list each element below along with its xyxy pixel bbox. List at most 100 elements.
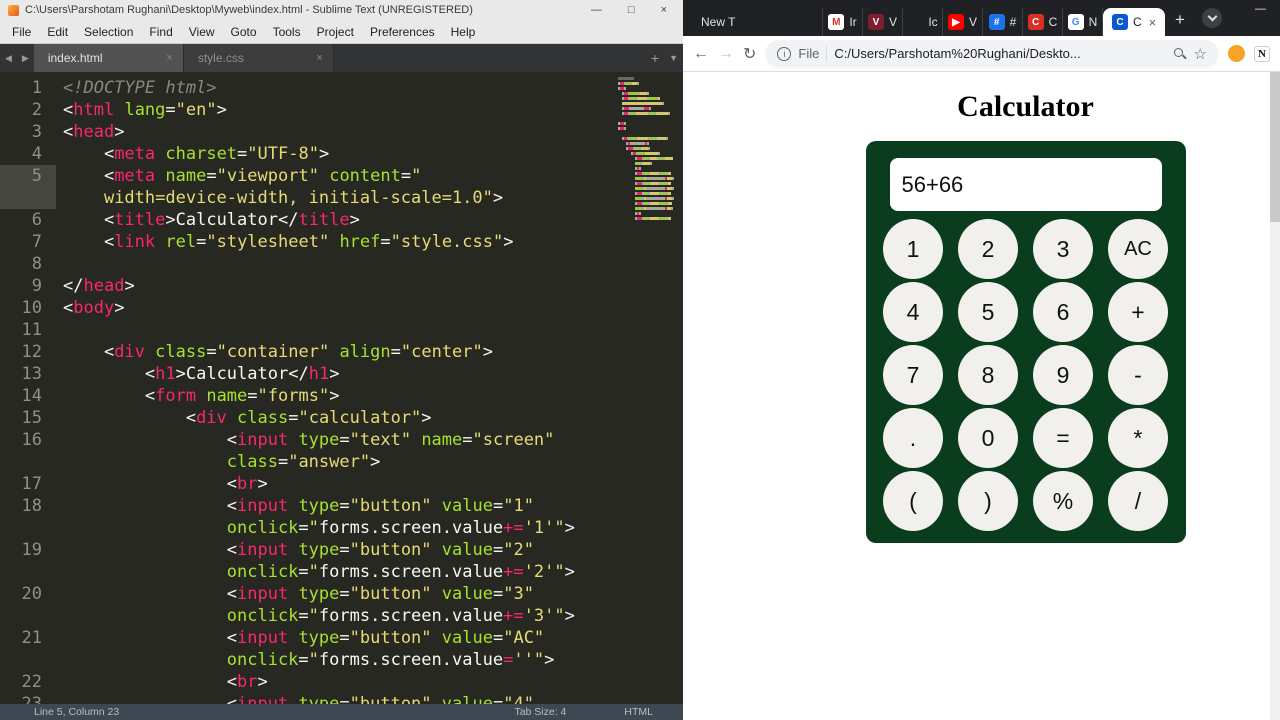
chevron-down-icon: [1207, 11, 1217, 22]
close-icon[interactable]: ×: [661, 4, 667, 16]
notion-extension-icon[interactable]: N: [1254, 45, 1270, 62]
tab-favicon: [907, 14, 924, 30]
code-line: <input type="text" name="screen": [63, 430, 555, 450]
bookmark-star-icon[interactable]: ☆: [1194, 45, 1207, 63]
browser-tab[interactable]: Ic: [903, 8, 943, 36]
calc-button-open-paren[interactable]: (: [883, 471, 943, 531]
line-number: [0, 187, 56, 209]
tab-title: New T: [701, 15, 736, 29]
calc-button-9[interactable]: 9: [1033, 345, 1093, 405]
browser-tab[interactable]: VV: [863, 8, 903, 36]
calculator: 123AC 456+789-.0=* ()%/: [865, 141, 1186, 543]
browser-tab[interactable]: ▶ V: [943, 8, 983, 36]
code-line: <input type="button" value="AC": [63, 628, 545, 648]
calc-button-0[interactable]: 0: [958, 408, 1018, 468]
window-controls: — □ ×: [591, 4, 675, 16]
tab-title: C: [1133, 15, 1142, 29]
emoji-extension-icon[interactable]: [1228, 45, 1245, 62]
url-text[interactable]: C:/Users/Parshotam%20Rughani/Deskto...: [834, 46, 1165, 61]
browser-tab[interactable]: M Ir: [823, 8, 863, 36]
calc-button-6[interactable]: 6: [1033, 282, 1093, 342]
browser-tab[interactable]: GN: [1063, 8, 1103, 36]
tab-size-indicator[interactable]: Tab Size: 4: [514, 706, 566, 718]
address-bar[interactable]: i File C:/Users/Parshotam%20Rughani/Desk…: [765, 39, 1219, 68]
menu-find[interactable]: Find: [141, 25, 180, 39]
calc-button-4[interactable]: 4: [883, 282, 943, 342]
calc-button-minus[interactable]: -: [1108, 345, 1168, 405]
code-row: 2 <html lang="en">: [0, 99, 683, 121]
calculator-screen[interactable]: [889, 158, 1162, 211]
code-line: onclick="forms.screen.value+='2'">: [226, 562, 575, 582]
tab-search-icon[interactable]: [1202, 8, 1222, 28]
menu-view[interactable]: View: [181, 25, 223, 39]
code-line: <br>: [63, 474, 268, 494]
calc-button-5[interactable]: 5: [958, 282, 1018, 342]
menu-tools[interactable]: Tools: [265, 25, 309, 39]
calc-button-divide[interactable]: /: [1108, 471, 1168, 531]
menu-edit[interactable]: Edit: [39, 25, 76, 39]
tab-overflow-icon[interactable]: ▼: [664, 53, 683, 63]
calc-button-clear[interactable]: AC: [1108, 219, 1168, 279]
calc-button-decimal[interactable]: .: [883, 408, 943, 468]
syntax-indicator[interactable]: HTML: [624, 706, 653, 718]
browser-page: Calculator 123AC 456+789-.0=* ()%/: [683, 72, 1280, 720]
line-number: [0, 451, 56, 473]
reload-icon[interactable]: ↻: [743, 44, 756, 64]
code-row: 16 <input type="text" name="screen": [0, 429, 683, 451]
editor-tab-style.css[interactable]: style.css ×: [183, 44, 334, 72]
forward-icon[interactable]: →: [718, 45, 734, 63]
tab-label: style.css: [197, 51, 244, 65]
tab-scroll-left-icon[interactable]: ◀: [0, 53, 17, 64]
tab-close-icon[interactable]: ×: [166, 52, 172, 64]
code-row: 17 <br>: [0, 473, 683, 495]
calc-button-multiply[interactable]: *: [1108, 408, 1168, 468]
menu-preferences[interactable]: Preferences: [362, 25, 443, 39]
calc-button-plus[interactable]: +: [1108, 282, 1168, 342]
new-file-tab-icon[interactable]: +: [646, 50, 664, 66]
maximize-icon[interactable]: □: [628, 4, 635, 16]
code-row: width=device-width, initial-scale=1.0">: [0, 187, 683, 209]
line-number: 21: [21, 628, 42, 648]
calc-button-8[interactable]: 8: [958, 345, 1018, 405]
calc-button-1[interactable]: 1: [883, 219, 943, 279]
menu-selection[interactable]: Selection: [76, 25, 141, 39]
code-line: <title>Calculator</title>: [63, 210, 360, 230]
editor-tab-index.html[interactable]: index.html ×: [33, 44, 184, 72]
calc-button-equals[interactable]: =: [1033, 408, 1093, 468]
minimize-icon[interactable]: —: [591, 4, 602, 16]
code-row: onclick="forms.screen.value+='3'">: [0, 605, 683, 627]
tab-scroll-right-icon[interactable]: ▶: [17, 53, 34, 64]
menu-goto[interactable]: Goto: [223, 25, 265, 39]
browser-tab[interactable]: CC: [1023, 8, 1063, 36]
zoom-icon[interactable]: [1173, 47, 1187, 61]
tab-favicon: C: [1027, 14, 1044, 30]
code-row: 15 <div class="calculator">: [0, 407, 683, 429]
line-number: [0, 561, 56, 583]
calc-button-3[interactable]: 3: [1033, 219, 1093, 279]
menu-file[interactable]: File: [4, 25, 39, 39]
browser-tab[interactable]: New T: [693, 8, 823, 36]
tab-close-icon[interactable]: ×: [1149, 15, 1157, 30]
browser-tab[interactable]: C C ×: [1103, 8, 1165, 36]
minimap[interactable]: [618, 77, 680, 222]
line-number: 2: [31, 100, 42, 120]
calc-button-2[interactable]: 2: [958, 219, 1018, 279]
menu-help[interactable]: Help: [443, 25, 484, 39]
tab-close-icon[interactable]: ×: [316, 52, 322, 64]
browser-new-tab-button[interactable]: +: [1165, 10, 1195, 30]
calc-button-7[interactable]: 7: [883, 345, 943, 405]
tab-label: index.html: [47, 51, 103, 65]
page-info-icon[interactable]: i: [777, 46, 792, 61]
menu-project[interactable]: Project: [309, 25, 362, 39]
code-line: <body>: [63, 298, 125, 318]
back-icon[interactable]: ←: [693, 45, 709, 63]
scrollbar-thumb[interactable]: [1270, 72, 1280, 222]
calc-button-close-paren[interactable]: ): [958, 471, 1018, 531]
code-editor[interactable]: 1 <!DOCTYPE html> 2 <html lang="en"> 3 <head>…: [0, 72, 683, 704]
code-row: 20 <input type="button" value="3": [0, 583, 683, 605]
browser-tab[interactable]: # #: [983, 8, 1023, 36]
browser-minimize-icon[interactable]: —: [1255, 3, 1266, 15]
page-scrollbar[interactable]: [1270, 72, 1280, 720]
calc-button-percent[interactable]: %: [1033, 471, 1093, 531]
